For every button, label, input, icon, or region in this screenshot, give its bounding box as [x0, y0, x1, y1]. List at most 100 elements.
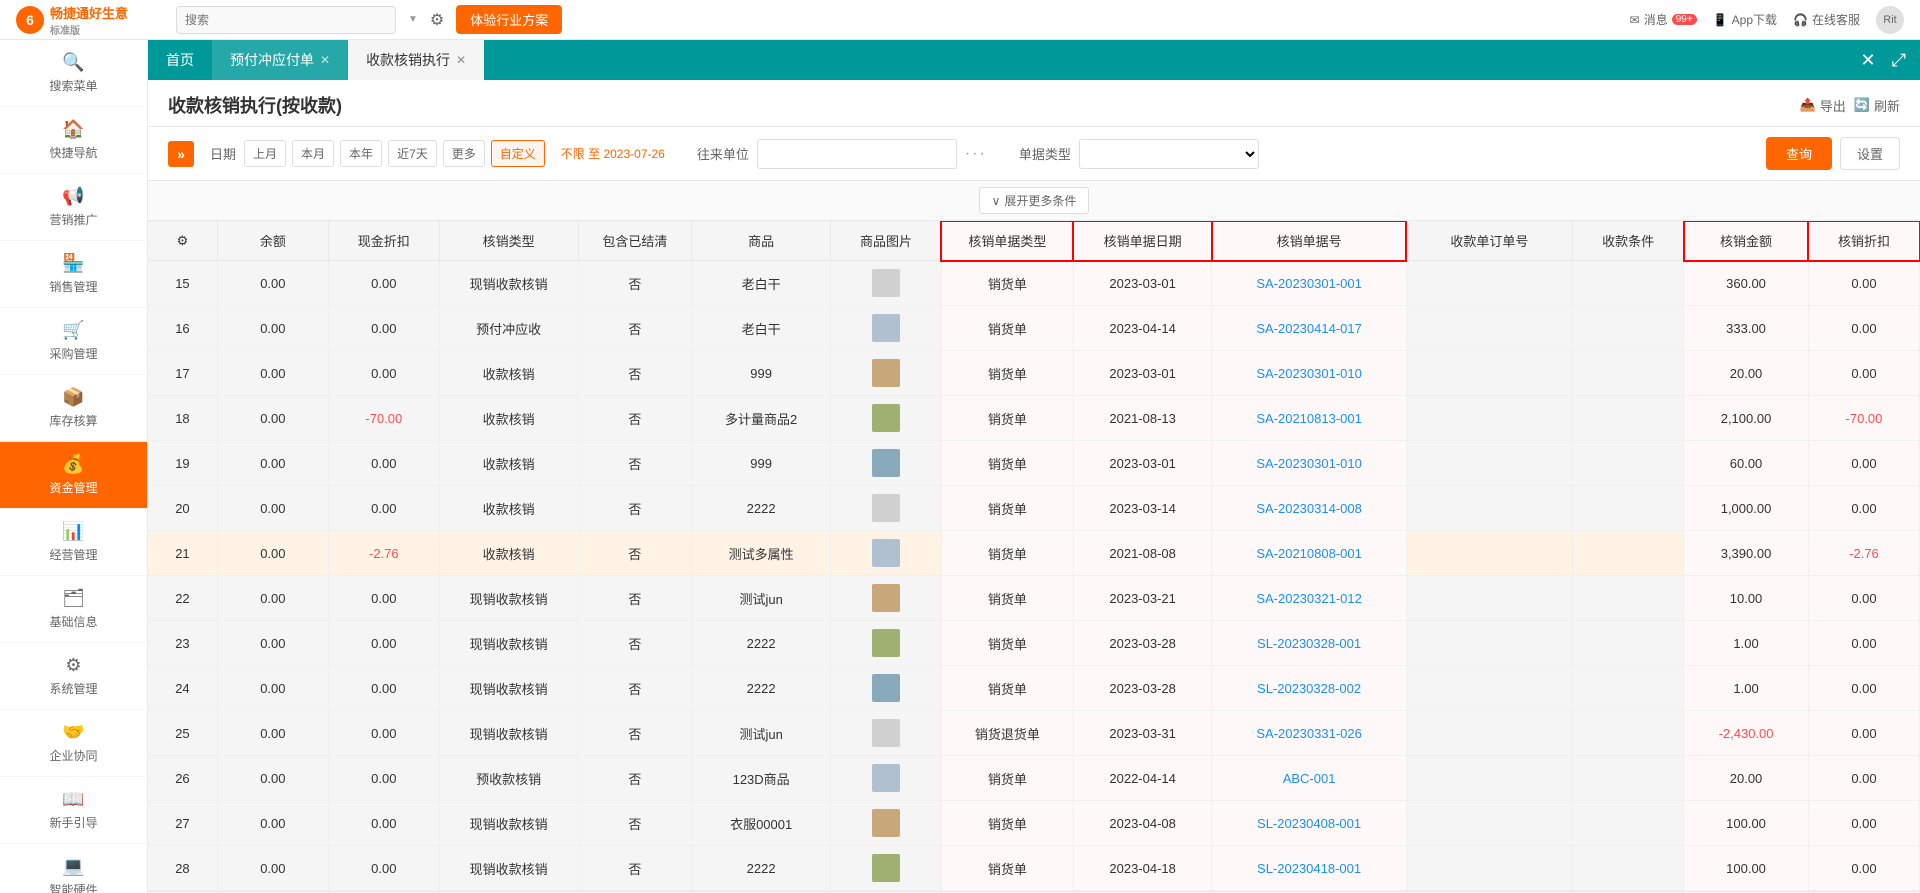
solution-button[interactable]: 体验行业方案: [456, 5, 562, 34]
sidebar-item-marketing[interactable]: 📢 营销推广: [0, 174, 147, 241]
sidebar-item-search[interactable]: 🔍 搜索菜单: [0, 40, 147, 107]
verify-bill-no-link[interactable]: SA-20230331-026: [1256, 726, 1362, 741]
verify-bill-no-link[interactable]: SL-20230328-002: [1257, 681, 1361, 696]
export-button[interactable]: 📤 导出: [1800, 96, 1846, 115]
app-download-button[interactable]: 📱 App下载: [1713, 11, 1777, 28]
setting-button[interactable]: 设置: [1840, 137, 1900, 170]
verify-bill-no-link[interactable]: SA-20210813-001: [1256, 411, 1362, 426]
table-row: 16 0.00 0.00 预付冲应收 否 老白干 销货单 2023-04-14 …: [148, 306, 1920, 351]
sidebar-item-operation[interactable]: 📊 经营管理: [0, 509, 147, 576]
sidebar-item-sales[interactable]: 🏪 销售管理: [0, 241, 147, 308]
cell-receipt-condition: [1573, 621, 1684, 666]
cell-receipt-order-no: [1406, 441, 1572, 486]
online-service-button[interactable]: 🎧 在线客服: [1793, 11, 1860, 28]
expand-conditions-button[interactable]: ∨ 展开更多条件: [979, 187, 1090, 214]
date-this-month-btn[interactable]: 本月: [292, 140, 334, 167]
cell-verify-amount: 20.00: [1684, 756, 1809, 801]
tab-expand-button[interactable]: ⤢: [1886, 46, 1912, 75]
cell-balance: 0.00: [217, 666, 328, 711]
verify-bill-no-link[interactable]: SL-20230408-001: [1257, 816, 1361, 831]
page-actions: 📤 导出 🔄 刷新: [1800, 96, 1900, 115]
top-bar: 6 畅捷通好生意 标准版 ▼ ⚙ 体验行业方案 ✉ 消息 99+ 📱 App下载…: [0, 0, 1920, 40]
refresh-button[interactable]: 🔄 刷新: [1854, 96, 1900, 115]
table-row: 18 0.00 -70.00 收款核销 否 多计量商品2 销货单 2021-08…: [148, 396, 1920, 441]
tab-close-button[interactable]: ✕: [1855, 46, 1882, 75]
cell-no: 23: [148, 621, 217, 666]
cell-balance: 0.00: [217, 396, 328, 441]
verify-bill-no-link[interactable]: SA-20210808-001: [1256, 546, 1362, 561]
table-wrapper[interactable]: ⚙ 余额 现金折扣 核销类型 包含已结清 商品 商品图片 核销单据类型 核销单据…: [148, 221, 1920, 893]
cell-goods-img: [831, 306, 942, 351]
verify-bill-no-link[interactable]: SL-20230418-001: [1257, 861, 1361, 876]
verify-bill-no-link[interactable]: SA-20230414-017: [1256, 321, 1362, 336]
tab-home[interactable]: 首页: [148, 40, 212, 80]
sidebar-item-purchase[interactable]: 🛒 采购管理: [0, 308, 147, 375]
data-table: ⚙ 余额 现金折扣 核销类型 包含已结清 商品 商品图片 核销单据类型 核销单据…: [148, 221, 1920, 891]
cell-balance: 0.00: [217, 801, 328, 846]
sidebar-item-corp[interactable]: 🤝 企业协同: [0, 710, 147, 777]
search-menu-icon: 🔍: [62, 52, 84, 73]
tab-receipt-close-icon[interactable]: ✕: [456, 53, 466, 67]
bill-type-select[interactable]: [1079, 139, 1259, 169]
cell-goods-img: [831, 351, 942, 396]
cell-goods-img: [831, 846, 942, 891]
tab-prepay-close-icon[interactable]: ✕: [320, 53, 330, 67]
query-button[interactable]: 查询: [1766, 137, 1832, 170]
date-options: 上月 本月 本年 近7天 更多 自定义: [244, 140, 545, 167]
th-goods: 商品: [692, 221, 831, 261]
verify-bill-no-link[interactable]: SA-20230321-012: [1256, 591, 1362, 606]
tab-receipt[interactable]: 收款核销执行 ✕: [348, 40, 484, 80]
cell-included-closed: 否: [578, 351, 692, 396]
cell-receipt-condition: [1573, 756, 1684, 801]
verify-bill-no-link[interactable]: SA-20230301-010: [1256, 366, 1362, 381]
cell-verify-bill-no: SA-20230314-008: [1212, 486, 1406, 531]
date-custom-btn[interactable]: 自定义: [491, 140, 545, 167]
cell-included-closed: 否: [578, 666, 692, 711]
cell-receipt-condition: [1573, 261, 1684, 306]
sidebar-item-finance[interactable]: 💰 资金管理: [0, 442, 147, 509]
cell-verify-type: 现销收款核销: [439, 846, 578, 891]
th-gear[interactable]: ⚙: [148, 221, 217, 261]
sidebar-item-system[interactable]: ⚙ 系统管理: [0, 643, 147, 710]
cell-verify-bill-no: SA-20230301-010: [1212, 441, 1406, 486]
cell-verify-amount: -2,430.00: [1684, 711, 1809, 756]
sidebar-item-label: 快捷导航: [49, 144, 97, 161]
tab-home-label: 首页: [166, 50, 194, 70]
verify-bill-no-link[interactable]: ABC-001: [1283, 771, 1336, 786]
avatar[interactable]: Rit: [1876, 6, 1904, 34]
cell-goods: 老白干: [692, 261, 831, 306]
sidebar-item-hardware[interactable]: 💻 智能硬件: [0, 844, 147, 893]
verify-bill-no-link[interactable]: SA-20230301-001: [1256, 276, 1362, 291]
th-receipt-order-no: 收款单订单号: [1406, 221, 1572, 261]
date-range-display: 不限 至 2023-07-26: [561, 145, 665, 162]
filter-toggle-button[interactable]: »: [168, 141, 194, 167]
date-7days-btn[interactable]: 近7天: [388, 140, 437, 167]
cell-verify-bill-no: SL-20230418-001: [1212, 846, 1406, 891]
cell-verify-amount: 1.00: [1684, 666, 1809, 711]
sidebar-item-quick[interactable]: 🏠 快捷导航: [0, 107, 147, 174]
verify-bill-no-link[interactable]: SA-20230314-008: [1256, 501, 1362, 516]
sidebar-item-basic[interactable]: 🗂 基础信息: [0, 576, 147, 643]
search-input[interactable]: [176, 6, 396, 34]
date-more-btn[interactable]: 更多: [443, 140, 485, 167]
date-last-month-btn[interactable]: 上月: [244, 140, 286, 167]
sidebar-item-inventory[interactable]: 📦 库存核算: [0, 375, 147, 442]
sidebar-item-guide[interactable]: 📖 新手引导: [0, 777, 147, 844]
cell-verify-type: 现销收款核销: [439, 711, 578, 756]
cell-verify-amount: 100.00: [1684, 846, 1809, 891]
cell-balance: 0.00: [217, 846, 328, 891]
message-button[interactable]: ✉ 消息 99+: [1630, 11, 1697, 28]
gear-icon[interactable]: ⚙: [430, 10, 444, 30]
cell-cash-discount: -2.76: [328, 531, 439, 576]
verify-bill-no-link[interactable]: SA-20230301-010: [1256, 456, 1362, 471]
tab-prepay[interactable]: 预付冲应付单 ✕: [212, 40, 348, 80]
date-this-year-btn[interactable]: 本年: [340, 140, 382, 167]
cell-verify-bill-date: 2023-03-28: [1073, 621, 1212, 666]
cell-cash-discount: 0.00: [328, 306, 439, 351]
counterparty-input[interactable]: [757, 139, 957, 169]
cell-goods-img: [831, 756, 942, 801]
cell-receipt-condition: [1573, 441, 1684, 486]
cell-verify-type: 收款核销: [439, 441, 578, 486]
cell-goods-img: [831, 666, 942, 711]
verify-bill-no-link[interactable]: SL-20230328-001: [1257, 636, 1361, 651]
